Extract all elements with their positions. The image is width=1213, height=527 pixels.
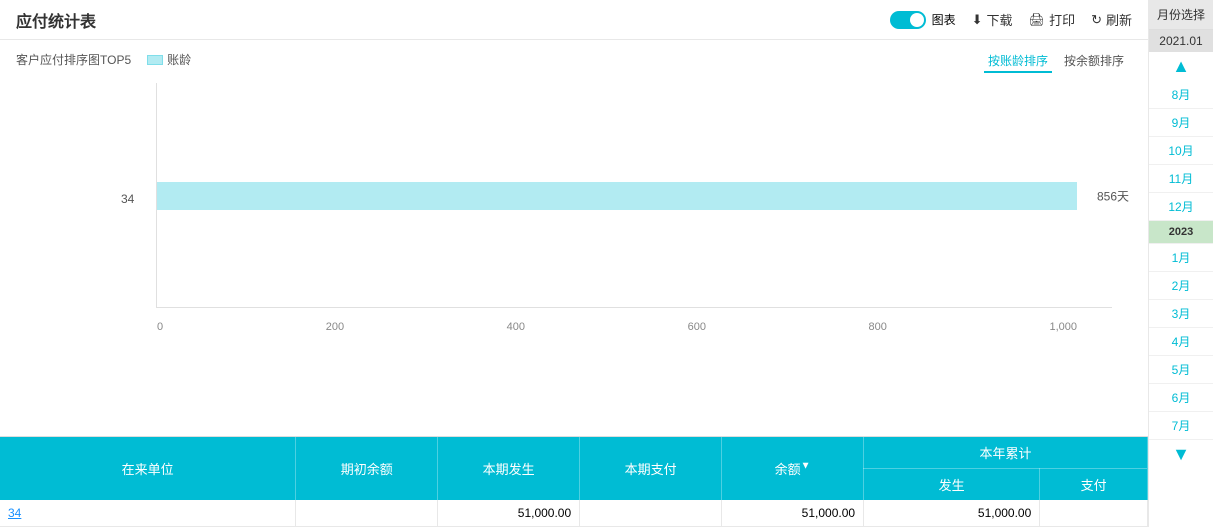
table-wrapper: 在来单位 期初余额 本期发生 本期支付 余额▼ 本年累计 发生 支付 34 xyxy=(0,437,1148,527)
chart-toggle-switch[interactable] xyxy=(890,11,926,29)
legend-label-age: 账龄 xyxy=(167,51,191,68)
sort-by-amount-tab[interactable]: 按余额排序 xyxy=(1060,50,1128,73)
chart-legend-title: 客户应付排序图TOP5 xyxy=(16,51,131,68)
th-cumulative-pay: 支付 xyxy=(1040,469,1148,501)
refresh-label: 刷新 xyxy=(1106,10,1132,29)
chart-bar-fill xyxy=(157,182,1077,210)
sidebar: 月份选择 2021.01 ▲ 8月 9月 10月 11月 12月 2023 1月… xyxy=(1148,0,1213,527)
x-axis-ticks: 0 200 400 600 800 1,000 xyxy=(157,321,1077,333)
sidebar-month-select-label: 月份选择 xyxy=(1149,0,1213,30)
sidebar-month-5[interactable]: 5月 xyxy=(1149,356,1213,384)
sidebar-year-label: 2021.01 xyxy=(1149,30,1213,52)
chart-inner: 34 856天 0 200 400 600 800 1,000 xyxy=(16,83,1132,343)
table-row: 34 51,000.00 51,000.00 51,000.00 xyxy=(0,500,1148,527)
sidebar-month-6[interactable]: 6月 xyxy=(1149,384,1213,412)
legend-item-age: 账龄 xyxy=(147,51,191,68)
chart-bar-row: 856天 xyxy=(157,182,1077,210)
sidebar-month-8[interactable]: 8月 xyxy=(1149,81,1213,109)
page-title: 应付统计表 xyxy=(16,8,96,32)
download-button[interactable]: ⬇ 下载 xyxy=(972,10,1013,29)
sidebar-month-7[interactable]: 7月 xyxy=(1149,412,1213,440)
chart-bar-right-label: 856天 xyxy=(1097,187,1129,204)
download-label: 下载 xyxy=(987,10,1013,29)
print-button[interactable]: 🖨 打印 xyxy=(1029,10,1076,29)
data-table: 在来单位 期初余额 本期发生 本期支付 余额▼ 本年累计 发生 支付 34 xyxy=(0,437,1148,527)
x-tick-600: 600 xyxy=(688,321,706,333)
td-cumulative-pay xyxy=(1040,500,1148,527)
sidebar-month-11[interactable]: 11月 xyxy=(1149,165,1213,193)
chart-sort-area: 按账龄排序 按余额排序 xyxy=(984,50,1132,77)
print-label: 打印 xyxy=(1049,10,1075,29)
sidebar-month-10[interactable]: 10月 xyxy=(1149,137,1213,165)
table-section: 在来单位 期初余额 本期发生 本期支付 余额▼ 本年累计 发生 支付 34 xyxy=(0,436,1148,527)
sidebar-scroll-down-button[interactable]: ▼ xyxy=(1149,440,1213,469)
td-unit[interactable]: 34 xyxy=(0,500,296,527)
sidebar-month-9[interactable]: 9月 xyxy=(1149,109,1213,137)
refresh-icon: ↻ xyxy=(1091,12,1102,28)
sidebar-month-4[interactable]: 4月 xyxy=(1149,328,1213,356)
td-opening xyxy=(296,500,438,527)
td-cumulative-occ: 51,000.00 xyxy=(864,500,1040,527)
th-unit: 在来单位 xyxy=(0,437,296,500)
x-tick-800: 800 xyxy=(869,321,887,333)
chart-section: 客户应付排序图TOP5 账龄 按账龄排序 按余额排序 34 856天 xyxy=(0,40,1148,436)
th-cumulative-occ: 发生 xyxy=(864,469,1040,501)
header-actions: 图表 ⬇ 下载 🖨 打印 ↻ 刷新 xyxy=(890,10,1132,29)
refresh-button[interactable]: ↻ 刷新 xyxy=(1091,10,1132,29)
chart-toggle-container[interactable]: 图表 xyxy=(890,11,956,29)
print-icon: 🖨 xyxy=(1029,12,1046,28)
table-header-row-1: 在来单位 期初余额 本期发生 本期支付 余额▼ 本年累计 xyxy=(0,437,1148,469)
th-current-pay: 本期支付 xyxy=(580,437,722,500)
x-tick-400: 400 xyxy=(507,321,525,333)
td-current-pay xyxy=(580,500,722,527)
x-tick-1000: 1,000 xyxy=(1049,321,1077,333)
th-opening: 期初余额 xyxy=(296,437,438,500)
chart-legend: 客户应付排序图TOP5 账龄 xyxy=(16,51,191,68)
th-balance: 余额▼ xyxy=(722,437,864,500)
th-cumulative: 本年累计 xyxy=(864,437,1148,469)
sidebar-month-12[interactable]: 12月 xyxy=(1149,193,1213,221)
th-current-occ: 本期发生 xyxy=(438,437,580,500)
sidebar-month-2[interactable]: 2月 xyxy=(1149,272,1213,300)
sidebar-month-1[interactable]: 1月 xyxy=(1149,244,1213,272)
sort-by-balance-tab[interactable]: 按账龄排序 xyxy=(984,50,1052,73)
legend-color-box xyxy=(147,55,163,65)
x-axis-line xyxy=(156,307,1112,308)
table-body: 34 51,000.00 51,000.00 51,000.00 xyxy=(0,500,1148,527)
y-bar-label: 34 xyxy=(121,192,134,206)
sidebar-scroll-up-button[interactable]: ▲ xyxy=(1149,52,1213,81)
td-current-occ: 51,000.00 xyxy=(438,500,580,527)
td-balance: 51,000.00 xyxy=(722,500,864,527)
download-icon: ⬇ xyxy=(972,12,983,28)
x-tick-0: 0 xyxy=(157,321,163,333)
sidebar-month-3[interactable]: 3月 xyxy=(1149,300,1213,328)
sidebar-year-2023-marker: 2023 xyxy=(1149,221,1213,244)
chart-toggle-label: 图表 xyxy=(932,11,956,28)
x-tick-200: 200 xyxy=(326,321,344,333)
